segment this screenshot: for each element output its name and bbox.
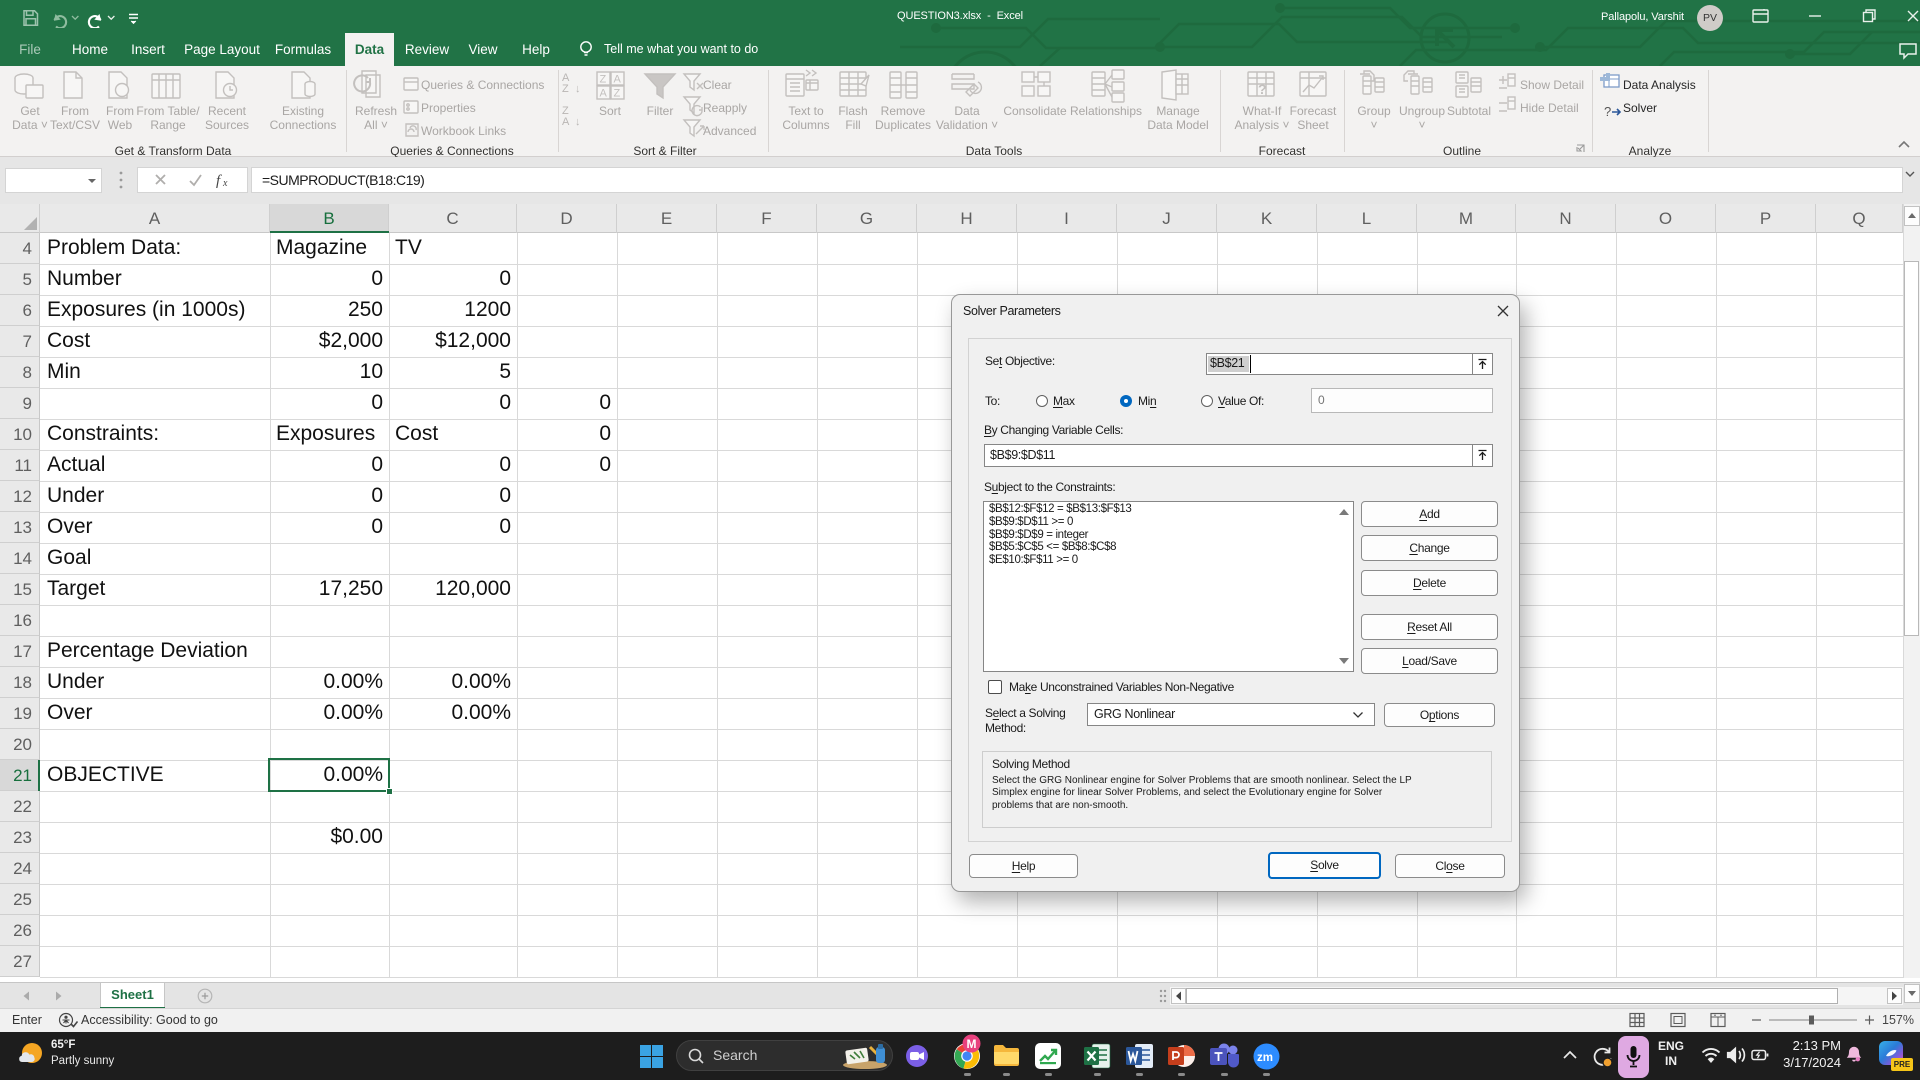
svg-text:x: x <box>222 178 228 188</box>
svg-text:↓: ↓ <box>575 116 581 128</box>
svg-text:↓: ↓ <box>575 83 581 95</box>
svg-text:M: M <box>967 1037 977 1051</box>
svg-text:Z: Z <box>562 83 569 95</box>
svg-text:?: ? <box>1258 81 1267 97</box>
svg-text:Z: Z <box>614 88 621 100</box>
svg-text:A: A <box>562 116 570 128</box>
svg-text:zm: zm <box>1257 1052 1273 1064</box>
svg-text:Z: Z <box>600 74 607 86</box>
svg-text:?: ? <box>1604 104 1611 119</box>
svg-text:A: A <box>614 74 622 86</box>
svg-text:A: A <box>600 88 608 100</box>
svg-text:f: f <box>216 173 222 188</box>
